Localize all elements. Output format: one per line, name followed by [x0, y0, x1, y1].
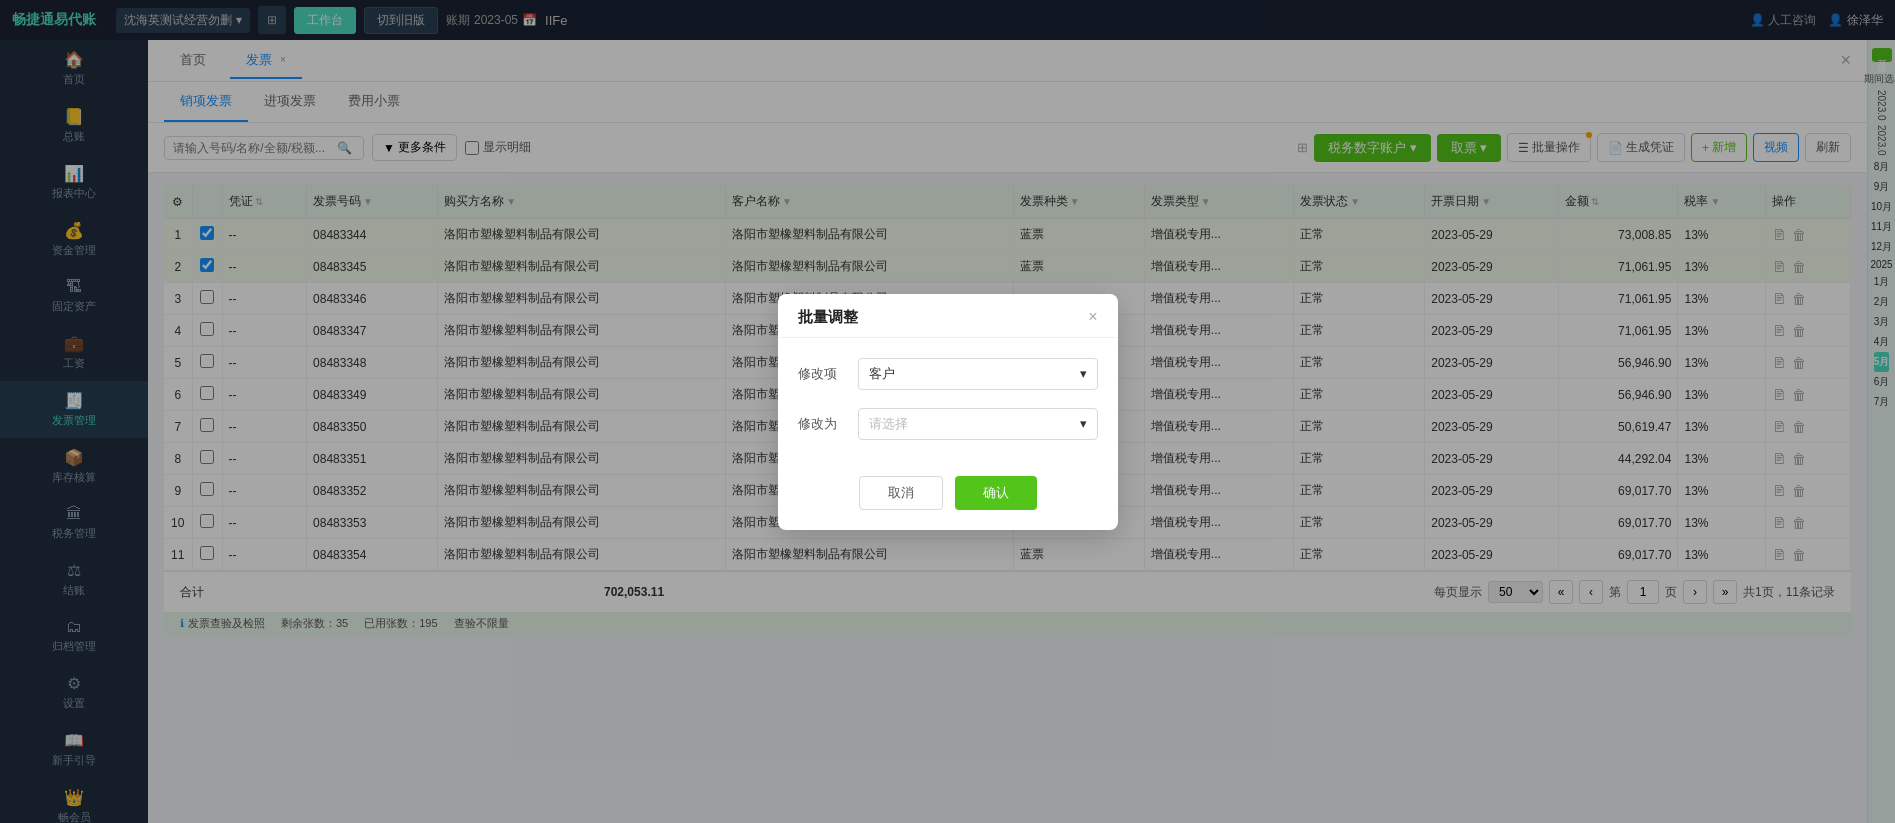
modal-cancel-btn[interactable]: 取消 [859, 476, 943, 510]
form-row-change: 修改为 请选择 ▾ [798, 408, 1098, 440]
field-select[interactable]: 客户 ▾ [858, 358, 1098, 390]
form-row-field: 修改项 客户 ▾ [798, 358, 1098, 390]
modal-close-btn[interactable]: × [1088, 308, 1097, 326]
field-value: 客户 [869, 365, 895, 383]
modal-confirm-btn[interactable]: 确认 [955, 476, 1037, 510]
modal-footer: 取消 确认 [778, 468, 1118, 530]
modal-title: 批量调整 [798, 308, 858, 327]
change-label: 修改为 [798, 415, 858, 433]
modal-body: 修改项 客户 ▾ 修改为 请选择 ▾ [778, 338, 1118, 468]
change-placeholder: 请选择 [869, 415, 908, 433]
modal-header: 批量调整 × [778, 294, 1118, 338]
field-label: 修改项 [798, 365, 858, 383]
modal-overlay[interactable]: 批量调整 × 修改项 客户 ▾ 修改为 请选择 ▾ 取消 确认 [0, 0, 1895, 823]
change-dropdown-icon: ▾ [1080, 416, 1087, 431]
field-dropdown-icon: ▾ [1080, 366, 1087, 381]
change-select[interactable]: 请选择 ▾ [858, 408, 1098, 440]
batch-adjust-modal: 批量调整 × 修改项 客户 ▾ 修改为 请选择 ▾ 取消 确认 [778, 294, 1118, 530]
